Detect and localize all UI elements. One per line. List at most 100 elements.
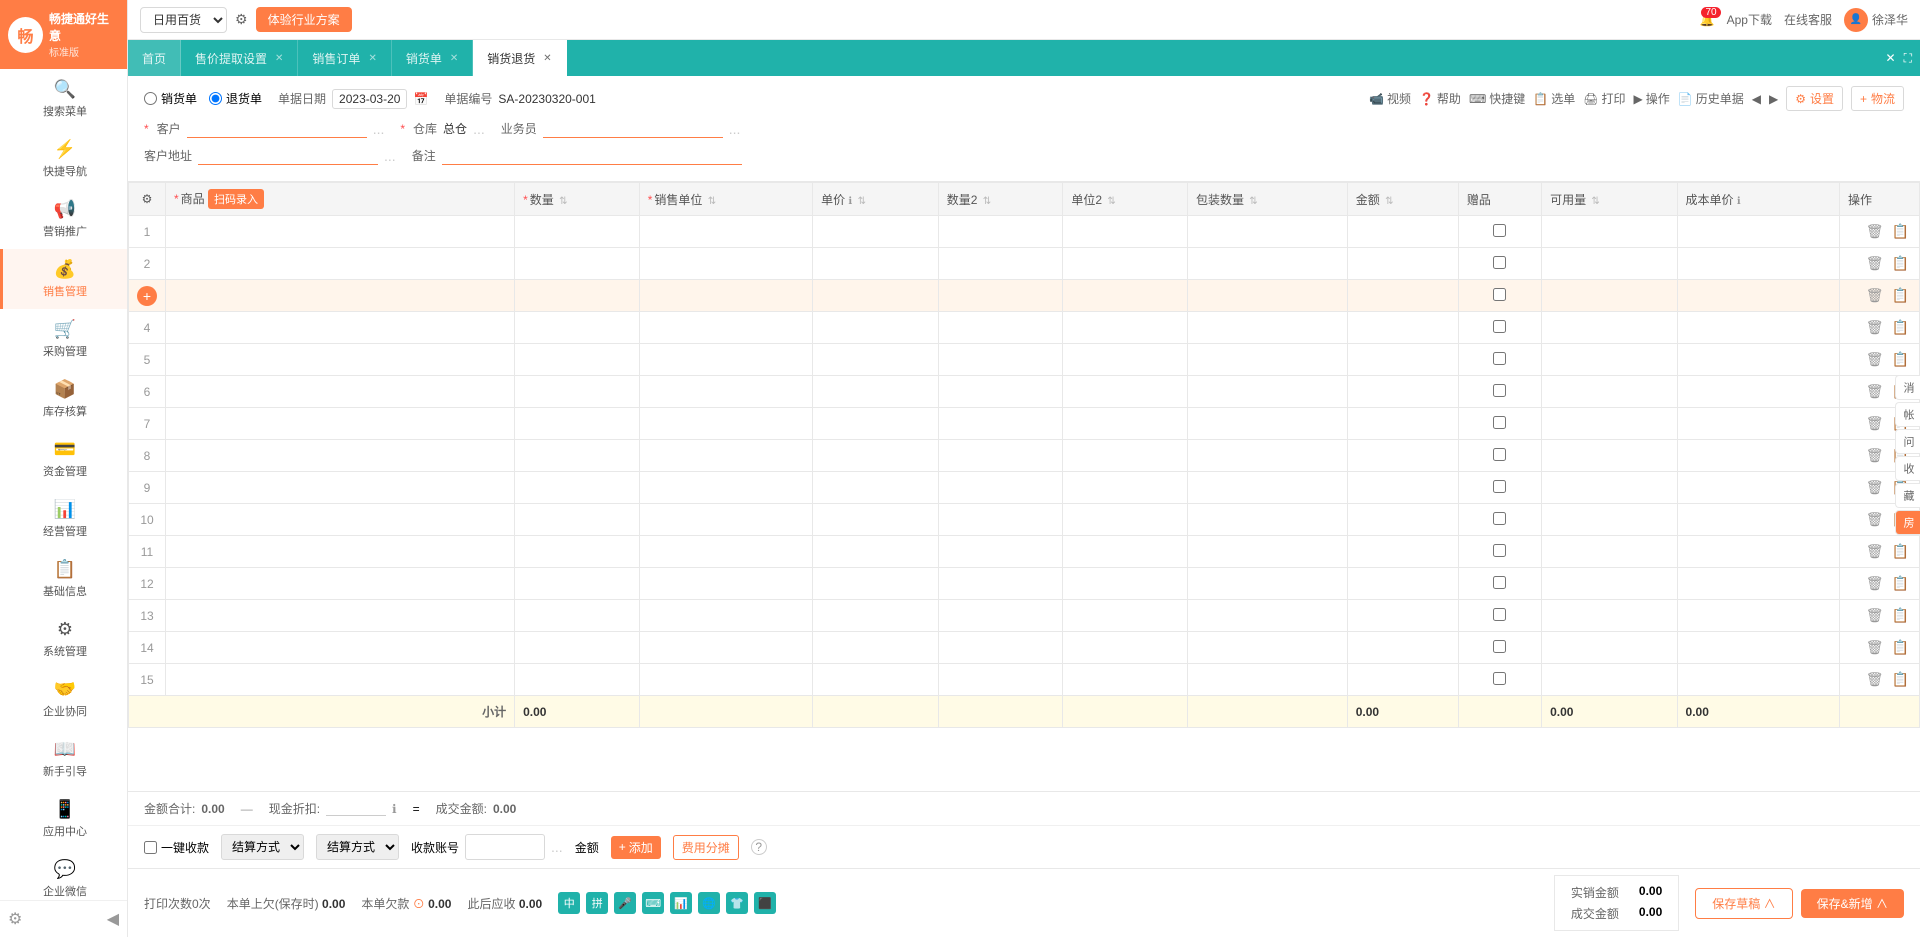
pkgqty-cell-13[interactable]	[1187, 600, 1347, 632]
sidebar-item-4[interactable]: 🛒采购管理	[0, 309, 127, 369]
tab-1[interactable]: 售价提取设置✕	[181, 40, 298, 76]
quantity-cell-13[interactable]	[515, 600, 640, 632]
gift-checkbox-1[interactable]	[1493, 224, 1506, 237]
unitprice-cell-3[interactable]	[813, 280, 939, 312]
qty2-cell-12[interactable]	[938, 568, 1063, 600]
available-cell-7[interactable]	[1542, 408, 1677, 440]
sys-icon-3[interactable]: 🎤	[614, 892, 636, 914]
qty2-cell-14[interactable]	[938, 632, 1063, 664]
saleunit-cell-5[interactable]	[639, 344, 812, 376]
right-panel-item-2[interactable]: 帐	[1895, 402, 1920, 427]
unit2-cell-13[interactable]	[1063, 600, 1188, 632]
unit2-cell-6[interactable]	[1063, 376, 1188, 408]
pkgqty-sort-icon[interactable]: ⇅	[1249, 196, 1257, 207]
pkgqty-cell-6[interactable]	[1187, 376, 1347, 408]
qty2-cell-2[interactable]	[938, 248, 1063, 280]
costprice-cell-7[interactable]	[1677, 408, 1839, 440]
delete-btn-6[interactable]: 🗑	[1864, 381, 1886, 402]
unit2-cell-4[interactable]	[1063, 312, 1188, 344]
pkgqty-cell-15[interactable]	[1187, 664, 1347, 696]
customer-dots[interactable]: ...	[373, 121, 385, 137]
delete-btn-11[interactable]: 🗑	[1864, 541, 1886, 562]
amount-cell-7[interactable]	[1347, 408, 1458, 440]
nav-next-icon[interactable]: ▶	[1769, 92, 1778, 106]
unit2-cell-10[interactable]	[1063, 504, 1188, 536]
available-cell-15[interactable]	[1542, 664, 1677, 696]
copy-btn-12[interactable]: 📋	[1890, 573, 1911, 594]
available-cell-9[interactable]	[1542, 472, 1677, 504]
product-input-12[interactable]	[174, 577, 506, 591]
product-input-1[interactable]	[174, 225, 506, 239]
pkgqty-cell-11[interactable]	[1187, 536, 1347, 568]
right-panel-item-6[interactable]: 房	[1895, 510, 1920, 535]
pkgqty-cell-9[interactable]	[1187, 472, 1347, 504]
delete-btn-10[interactable]: 🗑	[1864, 509, 1886, 530]
product-input-7[interactable]	[174, 417, 506, 431]
saleunit-cell-1[interactable]	[639, 216, 812, 248]
available-cell-10[interactable]	[1542, 504, 1677, 536]
tab-2[interactable]: 销售订单✕	[298, 40, 391, 76]
amount-cell-3[interactable]	[1347, 280, 1458, 312]
costprice-cell-9[interactable]	[1677, 472, 1839, 504]
gift-cell-3[interactable]	[1458, 280, 1541, 312]
product-cell-1[interactable]	[166, 216, 515, 248]
right-panel-item-1[interactable]: 消	[1895, 375, 1920, 400]
unitprice-cell-14[interactable]	[813, 632, 939, 664]
qty2-cell-8[interactable]	[938, 440, 1063, 472]
help-icon[interactable]: ?	[751, 839, 767, 855]
quantity-cell-10[interactable]	[515, 504, 640, 536]
quantity-cell-2[interactable]	[515, 248, 640, 280]
product-cell-4[interactable]	[166, 312, 515, 344]
unit2-cell-3[interactable]	[1063, 280, 1188, 312]
unit2-cell-8[interactable]	[1063, 440, 1188, 472]
col-settings-icon[interactable]: ⚙	[142, 192, 153, 206]
saleunit-sort-icon[interactable]: ⇅	[708, 196, 716, 207]
qty2-cell-6[interactable]	[938, 376, 1063, 408]
copy-btn-11[interactable]: 📋	[1890, 541, 1911, 562]
product-cell-14[interactable]	[166, 632, 515, 664]
saleunit-cell-2[interactable]	[639, 248, 812, 280]
right-panel-item-5[interactable]: 藏	[1895, 483, 1920, 508]
sidebar-item-9[interactable]: ⚙系统管理	[0, 609, 127, 669]
product-input-6[interactable]	[174, 385, 506, 399]
app-download-link[interactable]: App下载	[1727, 11, 1772, 28]
sys-icon-5[interactable]: 📊	[670, 892, 692, 914]
quantity-cell-3[interactable]	[515, 280, 640, 312]
qty2-cell-15[interactable]	[938, 664, 1063, 696]
tab-close-3[interactable]: ✕	[450, 53, 458, 64]
radio-sale-input[interactable]	[144, 92, 157, 105]
radio-sale-option[interactable]: 销货单	[144, 90, 197, 107]
amount-cell-12[interactable]	[1347, 568, 1458, 600]
dropdown-icon[interactable]: ∧	[1764, 897, 1776, 911]
account-input[interactable]	[465, 834, 545, 860]
one-click-payment-check[interactable]: 一键收款	[144, 839, 209, 856]
saleunit-cell-10[interactable]	[639, 504, 812, 536]
costprice-cell-4[interactable]	[1677, 312, 1839, 344]
copy-btn-4[interactable]: 📋	[1890, 317, 1911, 338]
unitprice-cell-5[interactable]	[813, 344, 939, 376]
pkgqty-cell-7[interactable]	[1187, 408, 1347, 440]
available-cell-4[interactable]	[1542, 312, 1677, 344]
gift-cell-5[interactable]	[1458, 344, 1541, 376]
unitprice-cell-2[interactable]	[813, 248, 939, 280]
tab-close-1[interactable]: ✕	[275, 53, 283, 64]
tab-3[interactable]: 销货单✕	[392, 40, 473, 76]
online-service-link[interactable]: 在线客服	[1784, 11, 1832, 28]
product-cell-12[interactable]	[166, 568, 515, 600]
pkgqty-cell-3[interactable]	[1187, 280, 1347, 312]
saleunit-cell-13[interactable]	[639, 600, 812, 632]
radio-return-input[interactable]	[209, 92, 222, 105]
delete-btn-4[interactable]: 🗑	[1864, 317, 1886, 338]
experience-btn[interactable]: 体验行业方案	[256, 7, 352, 32]
gift-cell-14[interactable]	[1458, 632, 1541, 664]
amount-cell-2[interactable]	[1347, 248, 1458, 280]
product-input-14[interactable]	[174, 641, 506, 655]
gift-checkbox-8[interactable]	[1493, 448, 1506, 461]
gift-checkbox-4[interactable]	[1493, 320, 1506, 333]
available-cell-6[interactable]	[1542, 376, 1677, 408]
sidebar-settings-icon[interactable]: ⚙	[8, 909, 22, 929]
unit2-cell-1[interactable]	[1063, 216, 1188, 248]
sys-icon-7[interactable]: 👕	[726, 892, 748, 914]
sidebar-item-10[interactable]: 🤝企业协同	[0, 669, 127, 729]
right-panel-item-3[interactable]: 问	[1895, 429, 1920, 454]
